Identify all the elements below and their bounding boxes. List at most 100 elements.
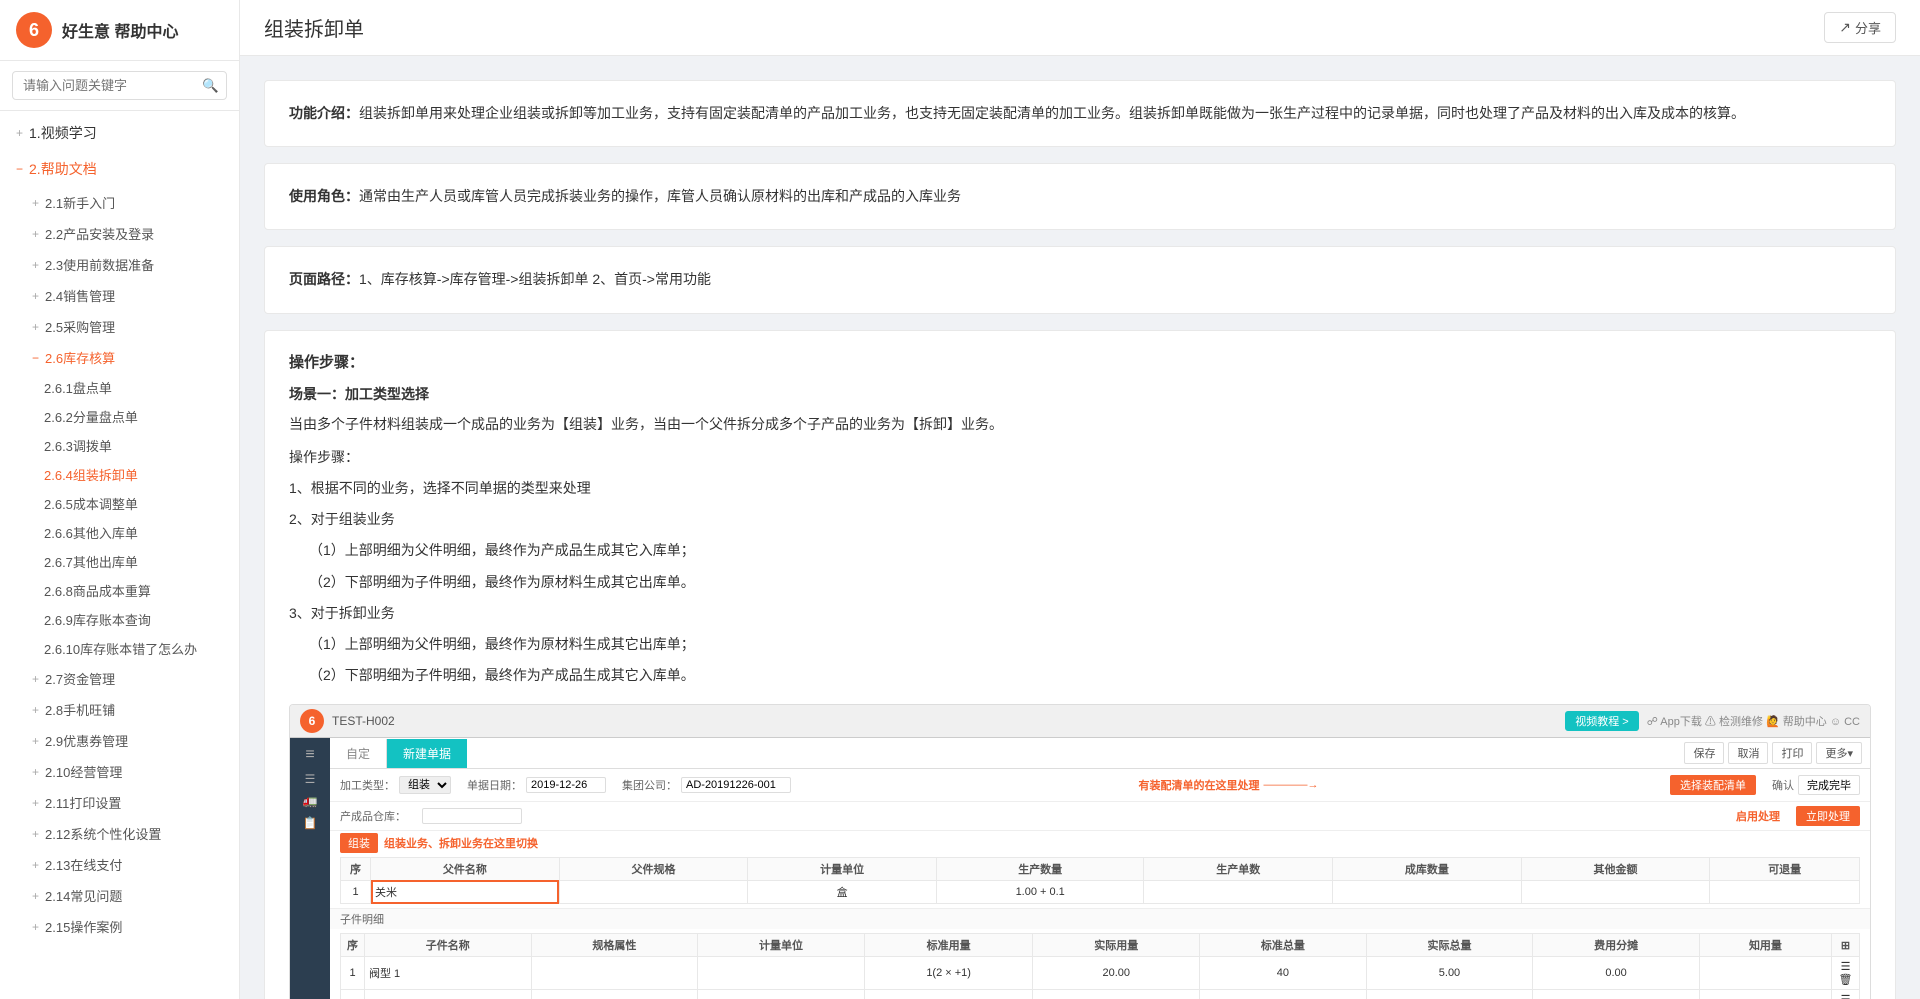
- sidebar-item-2-6-6[interactable]: 2.6.6其他入库单: [0, 518, 239, 547]
- sidebar-item-2-2[interactable]: + 2.2产品安装及登录: [0, 218, 239, 249]
- plus-icon: +: [32, 734, 39, 748]
- label: 2.6.2分量盘点单: [44, 410, 138, 425]
- sidebar-item-2-6[interactable]: − 2.6库存核算: [0, 342, 239, 373]
- mock-confirm-btn[interactable]: 完成完毕: [1798, 775, 1860, 795]
- btd-seq: 1: [341, 957, 365, 990]
- td-return: [1710, 881, 1860, 904]
- btd-attr: [531, 957, 698, 990]
- sidebar-item-2-6-2[interactable]: 2.6.2分量盘点单: [0, 402, 239, 431]
- bth-unit: 计量单位: [698, 934, 865, 957]
- step2: 2、对于组装业务: [289, 507, 1871, 532]
- sidebar-item-2-15[interactable]: + 2.15操作案例: [0, 911, 239, 942]
- mock-org-label: 产成品仓库：: [340, 808, 406, 824]
- td-spec: [559, 881, 748, 904]
- mock-date-input[interactable]: [526, 777, 606, 793]
- label: 2.6.7其他出库单: [44, 555, 138, 570]
- sidebar-item-2-7[interactable]: + 2.7资金管理: [0, 663, 239, 694]
- mock-annotation-2: 启用处理: [1736, 808, 1780, 824]
- th-other-amt: 其他金额: [1521, 858, 1710, 881]
- mock-btn-more[interactable]: 更多▾: [1816, 742, 1862, 764]
- mock-btn-cancel[interactable]: 取消: [1728, 742, 1768, 764]
- sidebar-item-2-9[interactable]: + 2.9优惠券管理: [0, 725, 239, 756]
- label: 2.10经营管理: [45, 762, 122, 781]
- th-prod-num: 生产单数: [1144, 858, 1333, 881]
- sidebar-item-2-6-10[interactable]: 2.6.10库存账本错了怎么办: [0, 634, 239, 663]
- sidebar-item-2-13[interactable]: + 2.13在线支付: [0, 849, 239, 880]
- label: 2.6.10库存账本错了怎么办: [44, 642, 197, 657]
- th-seq: 序: [341, 858, 371, 881]
- sidebar-item-2-4[interactable]: + 2.4销售管理: [0, 280, 239, 311]
- sidebar-item-2-12[interactable]: + 2.12系统个性化设置: [0, 818, 239, 849]
- sidebar-item-2-10[interactable]: + 2.10经营管理: [0, 756, 239, 787]
- sidebar-item-2-14[interactable]: + 2.14常见问题: [0, 880, 239, 911]
- btd-cost: 0.00: [1533, 990, 1700, 999]
- btd-std-qty: 1(2 × +1): [864, 990, 1033, 999]
- plus-icon: +: [32, 920, 39, 934]
- mock-type-label: 加工类型：: [340, 777, 395, 793]
- btd-cost: 0.00: [1533, 957, 1700, 990]
- role-text: 使用角色：通常由生产人员或库管人员完成拆装业务的操作，库管人员确认原材料的出库和…: [289, 184, 1871, 209]
- minus-icon: −: [16, 162, 23, 176]
- step2-1: （1）上部明细为父件明细，最终作为产成品生成其它入库单；: [289, 538, 1871, 563]
- btd-std-total: 40: [1200, 957, 1367, 990]
- sidebar-item-video[interactable]: + 1.视频学习: [0, 115, 239, 151]
- scene1-desc: 当由多个子件材料组装成一个成品的业务为【组装】业务，当由一个父件拆分成多个子产品…: [289, 412, 1871, 437]
- mock-tab-new[interactable]: 新建单据: [387, 739, 467, 768]
- btd-attr: [531, 990, 698, 999]
- share-button[interactable]: ↗ 分享: [1824, 12, 1896, 43]
- step3: 3、对于拆卸业务: [289, 601, 1871, 626]
- sidebar-item-2-1[interactable]: + 2.1新手入门: [0, 187, 239, 218]
- sidebar-item-docs[interactable]: − 2.帮助文档: [0, 151, 239, 187]
- sidebar-item-2-8[interactable]: + 2.8手机旺铺: [0, 694, 239, 725]
- sidebar-item-2-6-5[interactable]: 2.6.5成本调整单: [0, 489, 239, 518]
- mock-top-table-wrap: 序 父件名称 父件规格 计量单位 生产数量 生产单数 成库数量 其他金额: [330, 853, 1870, 908]
- mock-confirm-label: 确认: [1772, 777, 1794, 793]
- label: 2.6.4组装拆卸单: [44, 468, 138, 483]
- nav-section: + 1.视频学习 − 2.帮助文档 + 2.1新手入门 + 2.2产品安装及登录…: [0, 111, 239, 946]
- mock-type-select[interactable]: 组装拆卸: [399, 776, 451, 794]
- main-header: 组装拆卸单 ↗ 分享: [240, 0, 1920, 56]
- step1: 1、根据不同的业务，选择不同单据的类型来处理: [289, 476, 1871, 501]
- btd-act-qty: 20.00: [1033, 957, 1200, 990]
- intro-body: 组装拆卸单用来处理企业组装或拆卸等加工业务，支持有固定装配清单的产品加工业务，也…: [359, 105, 1745, 121]
- search-input[interactable]: [12, 71, 227, 100]
- th-unit: 计量单位: [748, 858, 937, 881]
- btd-name: 阀型 2: [365, 990, 532, 999]
- sidebar-item-2-6-3[interactable]: 2.6.3调拨单: [0, 431, 239, 460]
- plus-icon: +: [32, 196, 39, 210]
- sidebar-item-2-11[interactable]: + 2.11打印设置: [0, 787, 239, 818]
- mock-org-input[interactable]: [422, 808, 522, 824]
- label: 2.2产品安装及登录: [45, 224, 154, 243]
- label: 2.5采购管理: [45, 317, 115, 336]
- role-body: 通常由生产人员或库管人员完成拆装业务的操作，库管人员确认原材料的出库和产成品的入…: [359, 188, 961, 204]
- mock-group-input[interactable]: [681, 777, 791, 793]
- minus-icon: −: [32, 351, 39, 365]
- sidebar-item-2-6-4[interactable]: 2.6.4组装拆卸单: [0, 460, 239, 489]
- search-button[interactable]: 🔍: [202, 78, 219, 94]
- main-area: 组装拆卸单 ↗ 分享 功能介绍：组装拆卸单用来处理企业组装或拆卸等加工业务，支持…: [240, 0, 1920, 999]
- sidebar-item-2-3[interactable]: + 2.3使用前数据准备: [0, 249, 239, 280]
- td-name: 关米: [371, 881, 560, 904]
- sidebar-item-2-6-9[interactable]: 2.6.9库存账本查询: [0, 605, 239, 634]
- sidebar-item-2-6-7[interactable]: 2.6.7其他出库单: [0, 547, 239, 576]
- mock-enable-btn[interactable]: 立即处理: [1796, 806, 1860, 826]
- sidebar-item-2-6-8[interactable]: 2.6.8商品成本重算: [0, 576, 239, 605]
- btd-act-qty: 10.00: [1033, 990, 1200, 999]
- bth-seq: 序: [341, 934, 365, 957]
- label: 2.14常见问题: [45, 886, 122, 905]
- sidebar-item-2-6-1[interactable]: 2.6.1盘点单: [0, 373, 239, 402]
- mock-btn-print[interactable]: 打印: [1772, 742, 1812, 764]
- mock-btn-save[interactable]: 保存: [1684, 742, 1724, 764]
- plus-icon: +: [32, 765, 39, 779]
- label: 2.6.1盘点单: [44, 381, 112, 396]
- label: 2.8手机旺铺: [45, 700, 115, 719]
- mock-type-badge: 组装: [340, 833, 378, 853]
- td-prod-qty: 1.00 + 0.1: [937, 881, 1144, 904]
- sidebar-item-2-5[interactable]: + 2.5采购管理: [0, 311, 239, 342]
- highlight-box: [371, 880, 559, 904]
- mock-select-bill-btn[interactable]: 选择装配清单: [1670, 775, 1756, 795]
- td-stock-qty: [1333, 881, 1522, 904]
- mock-tab-own[interactable]: 自定: [330, 739, 387, 768]
- label: 2.6库存核算: [45, 348, 115, 367]
- steps-subtitle: 操作步骤：: [289, 445, 1871, 470]
